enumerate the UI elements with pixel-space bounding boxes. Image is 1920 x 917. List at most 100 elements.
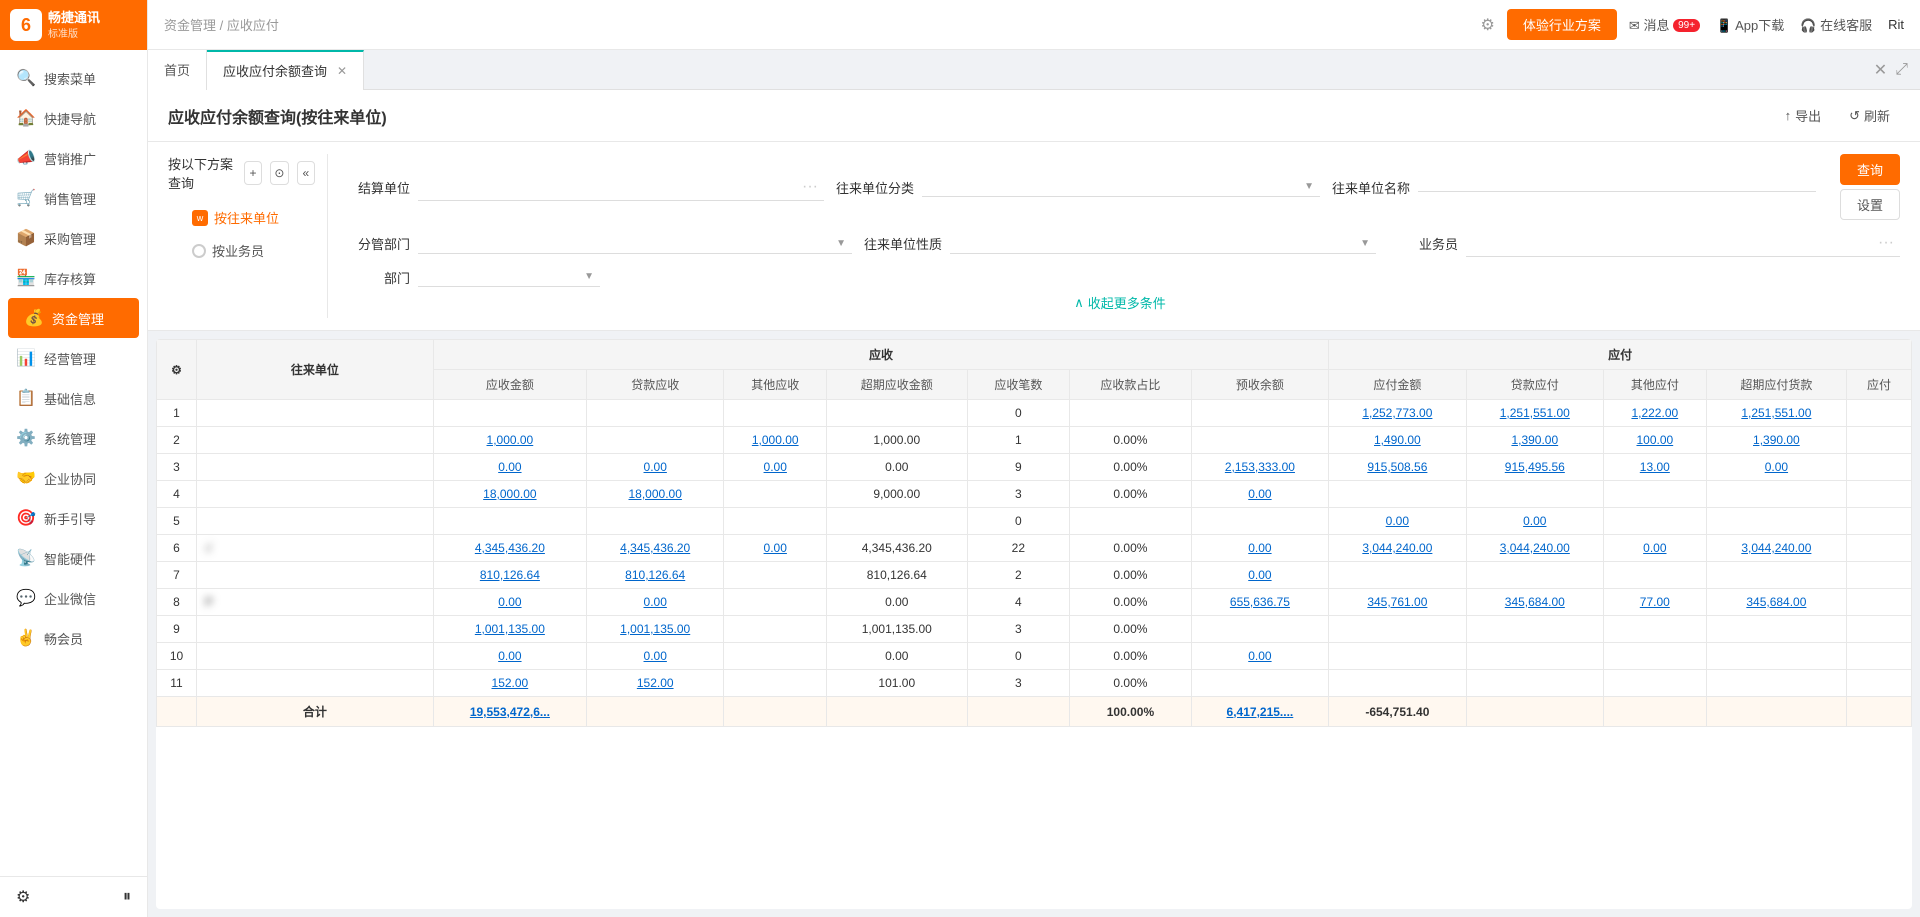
row-ar-amount[interactable]: 1,000.00 [433,427,586,454]
export-button[interactable]: ↑ 导出 [1775,102,1832,129]
filter-option-partner[interactable]: w 按往来单位 [184,204,315,231]
sidebar-item-finance[interactable]: 💰 资金管理 [8,298,139,338]
notifications-area[interactable]: ✉ 消息 99+ [1629,15,1700,34]
row-ar-loan[interactable]: 4,345,436.20 [586,535,723,562]
row-ar-prepay[interactable]: 0.00 [1191,562,1328,589]
sidebar-item-purchase[interactable]: 📦 采购管理 [0,218,147,258]
row-ap-other[interactable]: 1,222.00 [1604,400,1707,427]
sidebar-item-wechat[interactable]: 💬 企业微信 [0,578,147,618]
row-ap-loan[interactable]: 1,390.00 [1466,427,1603,454]
row-ar-prepay[interactable]: 0.00 [1191,643,1328,670]
row-ap-loan[interactable]: 1,251,551.00 [1466,400,1603,427]
main-content: 应收应付余额查询(按往来单位) ↑ 导出 ↺ 刷新 按以下方案查询 + ⊙ « [148,90,1920,917]
row-ap-loan[interactable]: 345,684.00 [1466,589,1603,616]
row-ar-amount[interactable]: 0.00 [433,589,586,616]
row-ar-prepay[interactable]: 2,153,333.00 [1191,454,1328,481]
row-ap-overdue[interactable]: 1,251,551.00 [1706,400,1847,427]
tab-home[interactable]: 首页 [148,50,207,90]
row-ap-amount[interactable]: 0.00 [1329,508,1466,535]
footer-ar-amount[interactable]: 19,553,472,6... [433,697,586,727]
row-ap-other[interactable]: 13.00 [1604,454,1707,481]
sidebar-item-marketing[interactable]: 📣 营销推广 [0,138,147,178]
row-ar-other[interactable]: 0.00 [724,535,827,562]
tab-fullscreen-icon[interactable]: ⤢ [1895,61,1908,79]
row-ap-overdue[interactable]: 345,684.00 [1706,589,1847,616]
footer-collapse-icon[interactable]: ⏸ [123,888,131,906]
row-ar-amount[interactable]: 152.00 [433,670,586,697]
row-ap-amount[interactable]: 1,252,773.00 [1329,400,1466,427]
row-ap-loan[interactable]: 3,044,240.00 [1466,535,1603,562]
row-ap-other[interactable]: 100.00 [1604,427,1707,454]
row-ap-other[interactable]: 77.00 [1604,589,1707,616]
row-ar-amount[interactable]: 0.00 [433,454,586,481]
promo-button[interactable]: 体验行业方案 [1507,9,1617,40]
row-ar-loan[interactable]: 1,001,135.00 [586,616,723,643]
footer-settings-icon[interactable]: ⚙ [16,887,30,907]
sidebar-item-search[interactable]: 🔍 搜索菜单 [0,58,147,98]
header-gear-icon[interactable]: ⚙ [1481,15,1495,35]
tab-close-icon[interactable]: ✕ [337,64,347,78]
row-ar-loan[interactable]: 810,126.64 [586,562,723,589]
collapse-more-btn[interactable]: ∧ 收起更多条件 [340,287,1900,318]
col-ar-overdue: 超期应收金额 [827,370,968,400]
row-ar-prepay[interactable]: 655,636.75 [1191,589,1328,616]
row-ar-amount[interactable]: 4,345,436.20 [433,535,586,562]
footer-ar-prepay[interactable]: 6,417,215.... [1191,697,1328,727]
sidebar-item-quick-nav[interactable]: 🏠 快捷导航 [0,98,147,138]
filter-add-btn[interactable]: + [244,161,262,185]
row-ar-loan[interactable]: 0.00 [586,589,723,616]
app-download-link[interactable]: 📱 App下载 [1716,15,1784,34]
filter-collapse-btn[interactable]: « [297,161,315,185]
row-ap-other[interactable]: 0.00 [1604,535,1707,562]
row-ar-amount[interactable]: 18,000.00 [433,481,586,508]
home-icon: 🏠 [16,108,36,128]
online-service-link[interactable]: 🎧 在线客服 [1800,15,1872,34]
partner-cat-select[interactable]: ▼ [922,177,1320,197]
row-ap-amount[interactable]: 1,490.00 [1329,427,1466,454]
refresh-button[interactable]: ↺ 刷新 [1839,102,1900,129]
sidebar-item-hardware[interactable]: 📡 智能硬件 [0,538,147,578]
sidebar-item-sales[interactable]: 🛒 销售管理 [0,178,147,218]
sidebar-item-guide[interactable]: 🎯 新手引导 [0,498,147,538]
partner-name-input[interactable] [1418,183,1816,192]
row-ar-loan[interactable]: 0.00 [586,643,723,670]
row-ap-amount[interactable]: 3,044,240.00 [1329,535,1466,562]
partner-nature-select[interactable]: ▼ [950,234,1376,254]
row-ar-other[interactable]: 0.00 [724,454,827,481]
row-ar-amount[interactable]: 1,001,135.00 [433,616,586,643]
col-settings-header[interactable]: ⚙ [157,340,197,400]
filter-option-staff[interactable]: 按业务员 [184,237,315,264]
row-ar-other[interactable]: 1,000.00 [724,427,827,454]
sidebar-item-system[interactable]: ⚙️ 系统管理 [0,418,147,458]
sidebar-item-base[interactable]: 📋 基础信息 [0,378,147,418]
settlement-input[interactable]: ··· [418,174,824,201]
filter-settings-btn[interactable]: ⊙ [270,161,288,185]
row-ar-loan[interactable]: 152.00 [586,670,723,697]
row-ar-prepay[interactable]: 0.00 [1191,481,1328,508]
row-ap-amount[interactable]: 915,508.56 [1329,454,1466,481]
row-ar-loan[interactable]: 18,000.00 [586,481,723,508]
sidebar-item-member[interactable]: ✌️ 畅会员 [0,618,147,658]
dept-manage-select[interactable]: ▼ [418,234,852,254]
sidebar-item-inventory[interactable]: 🏪 库存核算 [0,258,147,298]
sidebar-item-operation[interactable]: 📊 经营管理 [0,338,147,378]
sidebar-item-enterprise[interactable]: 🤝 企业协同 [0,458,147,498]
row-ap-loan[interactable]: 0.00 [1466,508,1603,535]
row-ap-overdue[interactable]: 0.00 [1706,454,1847,481]
row-ap-overdue[interactable]: 3,044,240.00 [1706,535,1847,562]
salesperson-input[interactable]: ··· [1466,230,1900,257]
row-ar-amount[interactable]: 0.00 [433,643,586,670]
setting-button[interactable]: 设置 [1840,189,1900,220]
dept-select[interactable]: ▼ [418,267,600,287]
tab-close-window-icon[interactable]: ✕ [1874,60,1887,80]
row-ap-loan[interactable]: 915,495.56 [1466,454,1603,481]
row-ar-loan[interactable]: 0.00 [586,454,723,481]
tab-query[interactable]: 应收应付余额查询 ✕ [207,50,364,90]
row-ar-amount[interactable]: 810,126.64 [433,562,586,589]
user-name[interactable]: Rit [1888,17,1904,32]
row-ar-prepay[interactable]: 0.00 [1191,535,1328,562]
row-ap-overdue[interactable]: 1,390.00 [1706,427,1847,454]
query-button[interactable]: 查询 [1840,154,1900,185]
sidebar-menu: 🔍 搜索菜单 🏠 快捷导航 📣 营销推广 🛒 销售管理 📦 采购管理 🏪 库存核… [0,50,147,876]
row-ap-amount[interactable]: 345,761.00 [1329,589,1466,616]
